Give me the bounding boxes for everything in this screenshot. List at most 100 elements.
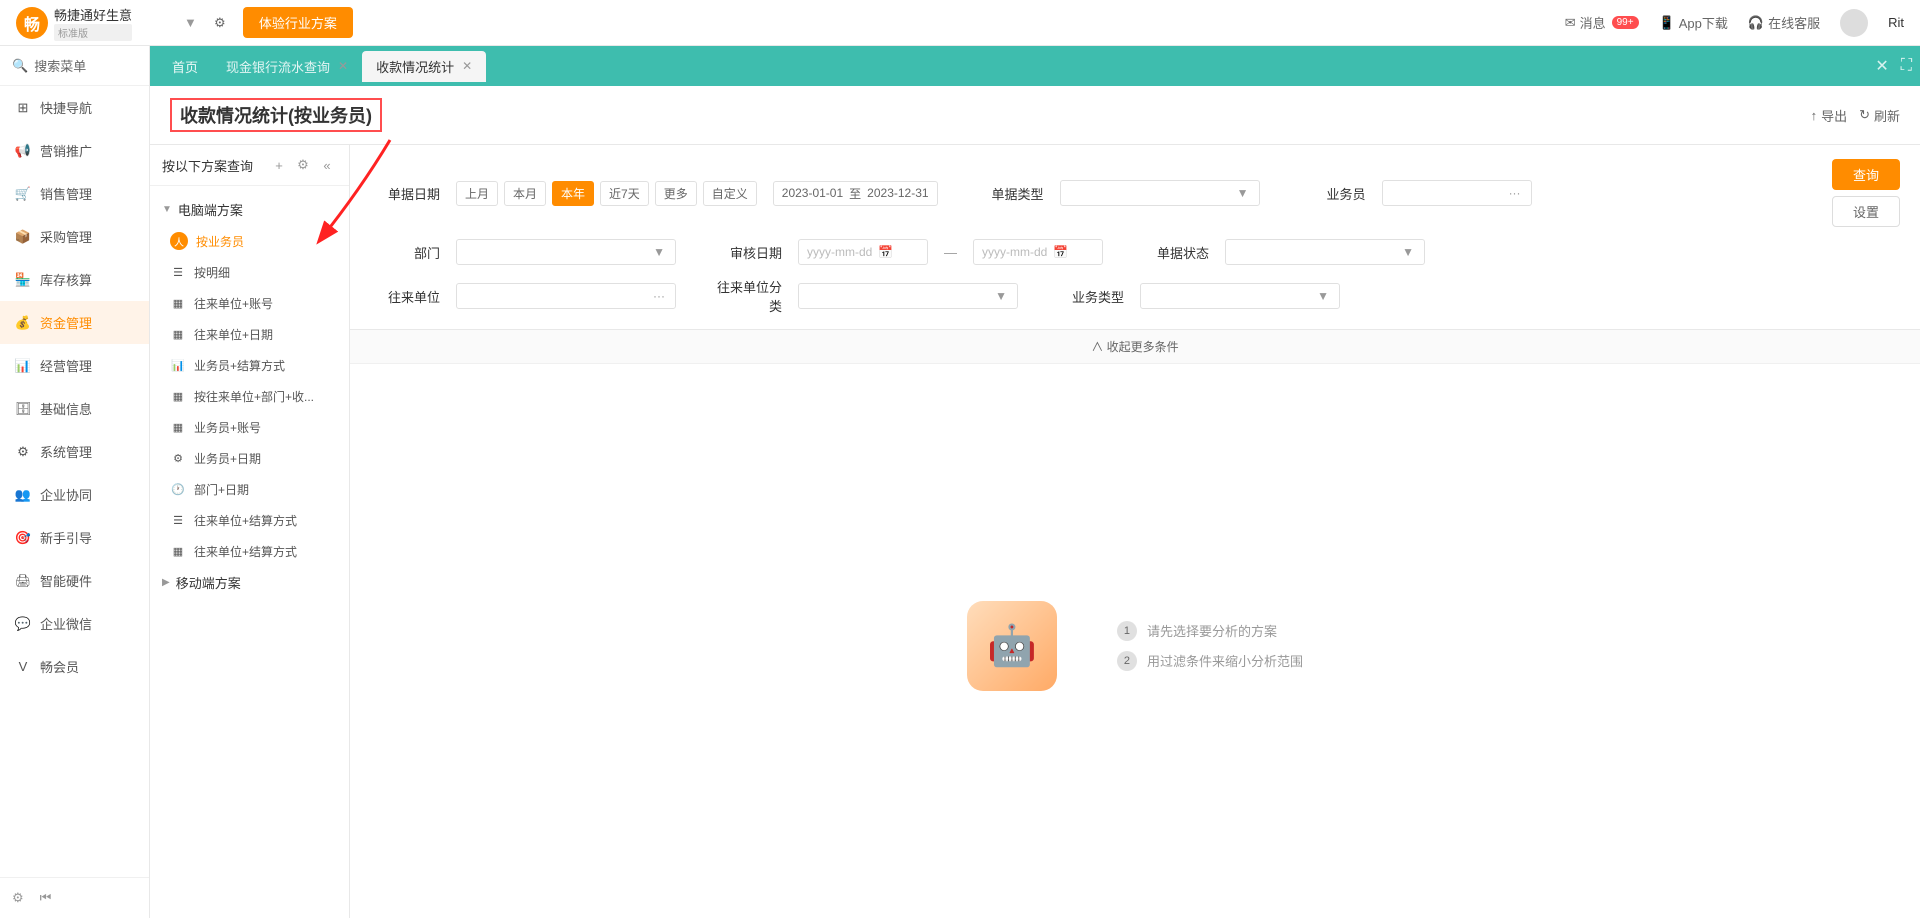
content-area: 首页 现金银行流水查询 ✕ 收款情况统计 ✕ ✕ ⛶ 收款情况统计(按业务员)	[150, 46, 1920, 918]
filter-row-1: 单据日期 上月 本月 本年 近7天 更多 自定义 2023-01-01	[370, 159, 1900, 227]
voucher-type-select[interactable]: ▼	[1060, 180, 1260, 206]
scheme-item-label: 往来单位+结算方式	[194, 543, 297, 560]
sidebar-item-guide[interactable]: 🎯 新手引导	[0, 516, 149, 559]
calendar-icon: 📅	[878, 245, 893, 259]
scheme-item-salesman-account[interactable]: ▦ 业务员+账号	[158, 412, 349, 443]
settings-icon[interactable]: ⚙	[205, 8, 235, 38]
sidebar-item-operations[interactable]: 📊 经营管理	[0, 344, 149, 387]
top-header: 畅 畅捷通好生意 标准版 ▼ ⚙ 体验行业方案 ✉ 消息 99+ 📱 App下载…	[0, 0, 1920, 46]
list-icon: ☰	[170, 265, 186, 281]
scheme-item-partner-settle2[interactable]: ▦ 往来单位+结算方式	[158, 536, 349, 567]
trial-button[interactable]: 体验行业方案	[243, 7, 353, 38]
calendar2-icon: 📅	[1053, 245, 1068, 259]
sidebar-item-system[interactable]: ⚙ 系统管理	[0, 430, 149, 473]
sidebar-search[interactable]: 🔍 搜索菜单	[0, 46, 149, 86]
sidebar-item-hardware[interactable]: 🖨 智能硬件	[0, 559, 149, 602]
tip-text-2: 用过滤条件来缩小分析范围	[1147, 651, 1303, 670]
sidebar-item-finance[interactable]: 💰 资金管理	[0, 301, 149, 344]
sidebar-label: 经营管理	[40, 356, 92, 375]
scheme-item-salesman[interactable]: 人 按业务员	[158, 225, 349, 257]
scheme-item-salesman-settle[interactable]: 📊 业务员+结算方式	[158, 350, 349, 381]
tab-close-icon[interactable]: ✕	[1875, 56, 1888, 76]
scheme-item-partner-date[interactable]: ▦ 往来单位+日期	[158, 319, 349, 350]
settings-button[interactable]: 设置	[1832, 196, 1900, 227]
sidebar-item-basic[interactable]: 🗄 基础信息	[0, 387, 149, 430]
device-icon: 🖨	[14, 572, 32, 590]
tab-home[interactable]: 首页	[158, 51, 212, 82]
partner-dots[interactable]: ···	[653, 289, 665, 303]
scheme-collapse-btn[interactable]: «	[317, 155, 337, 175]
sidebar-item-quicknav[interactable]: ⊞ 快捷导航	[0, 86, 149, 129]
date-btn-more[interactable]: 更多	[655, 181, 697, 206]
sidebar-item-wechat[interactable]: 💬 企业微信	[0, 602, 149, 645]
tab-cashflow[interactable]: 现金银行流水查询 ✕	[212, 51, 362, 82]
sidebar-item-inventory[interactable]: 🏪 库存核算	[0, 258, 149, 301]
scheme-item-dept-date[interactable]: 🕐 部门+日期	[158, 474, 349, 505]
sidebar-label: 营销推广	[40, 141, 92, 160]
date-btn-custom[interactable]: 自定义	[703, 181, 757, 206]
scheme-item-label: 按往来单位+部门+收...	[194, 388, 314, 405]
user-avatar[interactable]	[1840, 9, 1868, 37]
scheme-item-partner-account[interactable]: ▦ 往来单位+账号	[158, 288, 349, 319]
top-nav-area: ▼ ⚙ 体验行业方案	[166, 7, 1565, 38]
sidebar-collapse-btn[interactable]: ⏮	[36, 886, 56, 910]
sidebar-label: 基础信息	[40, 399, 92, 418]
partner-select[interactable]: ···	[456, 283, 676, 309]
dept-select[interactable]: ▼	[456, 239, 676, 265]
date-btn-lastmonth[interactable]: 上月	[456, 181, 498, 206]
date-btn-thisyear[interactable]: 本年	[552, 181, 594, 206]
query-button[interactable]: 查询	[1832, 159, 1900, 190]
message-action[interactable]: ✉ 消息 99+	[1565, 13, 1639, 32]
tab-collection[interactable]: 收款情况统计 ✕	[362, 51, 486, 82]
scheme-group-desktop-title[interactable]: ▼ 电脑端方案	[150, 194, 349, 225]
nav-dropdown-icon[interactable]: ▼	[184, 15, 197, 30]
edition-badge: 标准版	[54, 24, 132, 41]
voucher-status-select[interactable]: ▼	[1225, 239, 1425, 265]
partner-cat-label: 往来单位分类	[712, 277, 782, 315]
filter-area: 单据日期 上月 本月 本年 近7天 更多 自定义 2023-01-01	[350, 145, 1920, 330]
salesman-select[interactable]: ···	[1382, 180, 1532, 206]
refresh-button[interactable]: ↻ 刷新	[1859, 106, 1900, 125]
scheme-item-detail[interactable]: ☰ 按明细	[158, 257, 349, 288]
partner-cat-select[interactable]: ▼	[798, 283, 1018, 309]
tab-collection-close[interactable]: ✕	[462, 59, 472, 73]
date-btn-7days[interactable]: 近7天	[600, 181, 649, 206]
scheme-group-label: 电脑端方案	[178, 200, 243, 219]
date-btn-thismonth[interactable]: 本月	[504, 181, 546, 206]
scheme-add-btn[interactable]: +	[269, 155, 289, 175]
scheme-settings-btn[interactable]: ⚙	[293, 155, 313, 175]
sidebar-item-marketing[interactable]: 📢 营销推广	[0, 129, 149, 172]
scheme-header-title: 按以下方案查询	[162, 156, 253, 175]
scheme-group-mobile-title[interactable]: ▶ 移动端方案	[150, 567, 349, 598]
sidebar-settings-btn[interactable]: ⚙	[8, 886, 28, 910]
scheme-item-partner-dept[interactable]: ▦ 按往来单位+部门+收...	[158, 381, 349, 412]
sidebar-item-sales[interactable]: 🛒 销售管理	[0, 172, 149, 215]
tab-collection-label: 收款情况统计	[376, 57, 454, 76]
table2-icon: ▦	[170, 327, 186, 343]
table3-icon: ▦	[170, 389, 186, 405]
sidebar-label: 智能硬件	[40, 571, 92, 590]
gear2-icon: ⚙	[170, 451, 186, 467]
table4-icon: ▦	[170, 420, 186, 436]
scheme-item-partner-settle1[interactable]: ☰ 往来单位+结算方式	[158, 505, 349, 536]
export-button[interactable]: ↑ 导出	[1811, 106, 1848, 125]
tab-cashflow-close[interactable]: ✕	[338, 59, 348, 73]
scheme-item-label: 按业务员	[196, 233, 244, 250]
review-date-to[interactable]: yyyy-mm-dd 📅	[973, 239, 1103, 265]
scheme-item-salesman-date[interactable]: ⚙ 业务员+日期	[158, 443, 349, 474]
date-btn-group: 上月 本月 本年 近7天 更多 自定义	[456, 181, 757, 206]
robot-icon: 🤖	[967, 601, 1057, 691]
app-download-action[interactable]: 📱 App下载	[1659, 13, 1728, 32]
tab-expand-icon[interactable]: ⛶	[1901, 57, 1912, 75]
collapse-bar[interactable]: ∧ 收起更多条件	[350, 330, 1920, 364]
download-icon: 📱	[1659, 15, 1675, 31]
sidebar-item-collab[interactable]: 👥 企业协同	[0, 473, 149, 516]
business-type-select[interactable]: ▼	[1140, 283, 1340, 309]
review-date-from[interactable]: yyyy-mm-dd 📅	[798, 239, 928, 265]
sidebar-item-purchase[interactable]: 📦 采购管理	[0, 215, 149, 258]
business-type-label: 业务类型	[1054, 287, 1124, 306]
sidebar-item-member[interactable]: V 畅会员	[0, 645, 149, 688]
online-service-action[interactable]: 🎧 在线客服	[1748, 13, 1820, 32]
date-range-input[interactable]: 2023-01-01 至 2023-12-31	[773, 181, 938, 206]
chart-icon: 📊	[14, 357, 32, 375]
